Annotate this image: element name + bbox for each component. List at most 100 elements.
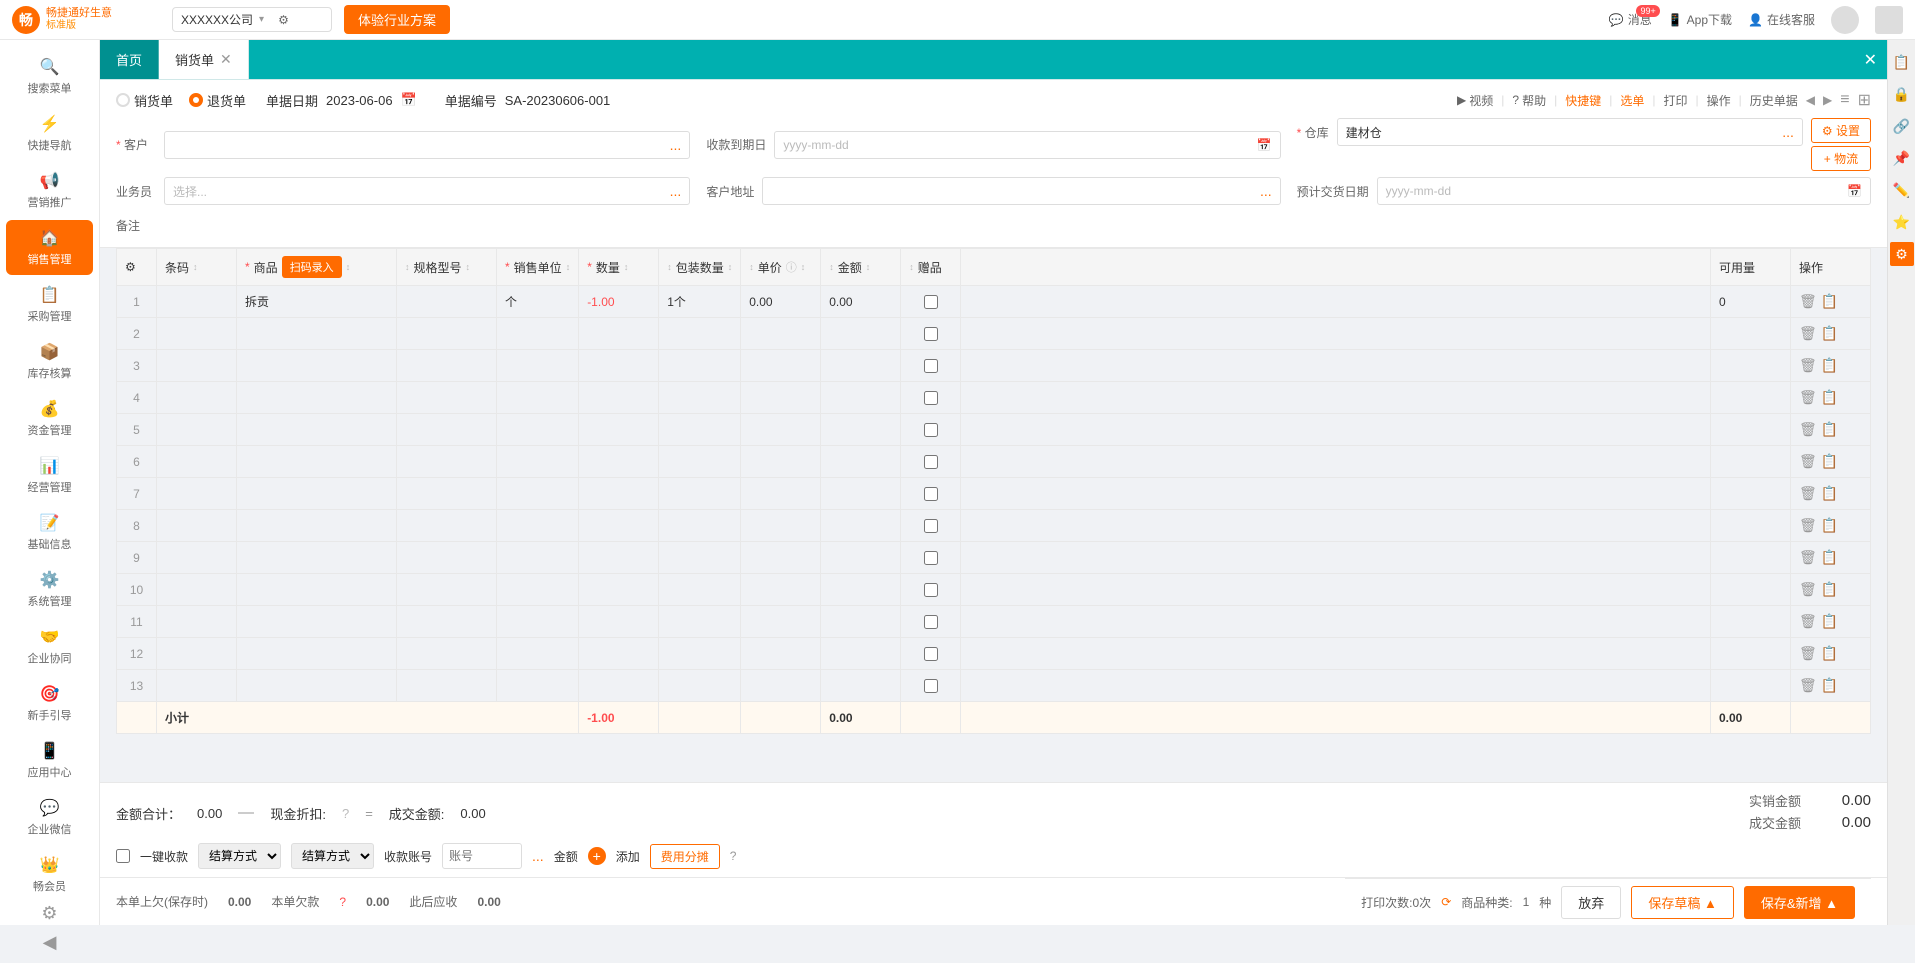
company-selector[interactable]: XXXXXX公司 ▾ ⚙ [172, 7, 332, 32]
fee-help-icon[interactable]: ? [730, 849, 737, 863]
collapse-icon[interactable]: ◀ [43, 932, 57, 953]
sidebar-item-guide[interactable]: 🎯 新手引导 [6, 676, 93, 731]
view-list-icon[interactable]: ≡ [1840, 91, 1849, 109]
payment-method-sub-select[interactable]: 结算方式 [291, 843, 374, 869]
gift-checkbox[interactable] [924, 455, 938, 469]
print-action[interactable]: 打印 [1663, 92, 1687, 109]
gift-checkbox[interactable] [924, 615, 938, 629]
history-action[interactable]: 历史单据 [1750, 92, 1798, 109]
app-download-button[interactable]: 📱 App下载 [1668, 11, 1732, 28]
right-panel-link[interactable]: 🔗 [1890, 114, 1914, 138]
due-date-input[interactable]: yyyy-mm-dd 📅 [774, 131, 1280, 159]
calendar-due-icon[interactable]: 📅 [1257, 138, 1272, 152]
copy-icon[interactable]: 📋 [1821, 549, 1838, 566]
copy-icon[interactable]: 📋 [1821, 421, 1838, 438]
row-spec-2[interactable] [397, 318, 497, 350]
copy-icon[interactable]: 📋 [1821, 645, 1838, 662]
right-panel-edit[interactable]: ✏️ [1890, 178, 1914, 202]
copy-icon[interactable]: 📋 [1821, 613, 1838, 630]
sidebar-item-finance[interactable]: 💰 资金管理 [6, 391, 93, 446]
sidebar-item-wechat[interactable]: 💬 企业微信 [6, 790, 93, 845]
sidebar-item-search[interactable]: 🔍 搜索菜单 [6, 49, 93, 104]
row-barcode-2[interactable] [157, 318, 237, 350]
refresh-icon[interactable]: ⟳ [1441, 895, 1451, 909]
delete-icon[interactable]: 🗑 [1799, 613, 1817, 630]
select-action[interactable]: 选单 [1620, 92, 1644, 109]
copy-icon[interactable]: 📋 [1821, 677, 1838, 694]
row-spec-1[interactable] [397, 286, 497, 318]
gift-checkbox-1[interactable] [924, 295, 938, 309]
delete-icon[interactable]: 🗑 [1799, 549, 1817, 566]
salesperson-input[interactable]: 选择... ... [164, 177, 690, 205]
remark-input[interactable] [164, 211, 1871, 239]
close-all-icon[interactable]: ✕ [1864, 50, 1877, 70]
copy-icon[interactable]: 📋 [1821, 581, 1838, 598]
sidebar-item-shortcut[interactable]: ⚡ 快捷导航 [6, 106, 93, 161]
copy-icon[interactable]: 📋 [1821, 485, 1838, 502]
tab-close-icon[interactable]: ✕ [220, 51, 232, 68]
user-avatar[interactable] [1831, 6, 1859, 34]
sidebar-item-sales[interactable]: 🏠 销售管理 [6, 220, 93, 275]
gift-checkbox[interactable] [924, 359, 938, 373]
settings-button[interactable]: ⚙ 设置 [1811, 118, 1871, 143]
row-qty-2[interactable] [579, 318, 659, 350]
gift-checkbox-2[interactable] [924, 327, 938, 341]
calendar-icon[interactable]: 📅 [401, 92, 417, 108]
message-button[interactable]: 💬 消息 99+ [1609, 11, 1652, 28]
delete-icon[interactable]: 🗑 [1799, 453, 1817, 470]
row-price-1[interactable]: 0.00 [741, 286, 821, 318]
row-packqty-2[interactable] [659, 318, 741, 350]
right-panel-pin[interactable]: 📌 [1890, 146, 1914, 170]
view-grid-icon[interactable]: ⊞ [1858, 90, 1871, 110]
copy-icon[interactable]: 📋 [1821, 453, 1838, 470]
gift-checkbox[interactable] [924, 519, 938, 533]
gift-checkbox[interactable] [924, 487, 938, 501]
sidebar-item-system[interactable]: ⚙️ 系统管理 [6, 562, 93, 617]
owe-hint-icon[interactable]: ? [339, 895, 346, 909]
right-panel-active[interactable]: ⚙ [1890, 242, 1914, 266]
delete-icon-2[interactable]: 🗑 [1799, 325, 1817, 342]
delete-icon[interactable]: 🗑 [1799, 517, 1817, 534]
settings-icon[interactable]: ⚙ [41, 903, 57, 924]
row-amount-2[interactable] [821, 318, 901, 350]
prev-icon[interactable]: ◀ [1806, 93, 1815, 107]
customer-more-icon[interactable]: ... [670, 137, 682, 153]
row-packqty-1[interactable]: 1个 [659, 286, 741, 318]
right-panel-star[interactable]: ⭐ [1890, 210, 1914, 234]
help-action[interactable]: ? 帮助 [1512, 92, 1546, 109]
radio-sales[interactable]: 销货单 [116, 91, 173, 110]
row-unit-1[interactable]: 个 [497, 286, 579, 318]
tab-sales-order[interactable]: 销货单 ✕ [159, 40, 249, 79]
abandon-button[interactable]: 放弃 [1561, 886, 1621, 919]
address-input[interactable]: ... [762, 177, 1280, 205]
warehouse-more-icon[interactable]: ... [1782, 124, 1794, 140]
row-qty-1[interactable]: -1.00 [579, 286, 659, 318]
shortcut-action[interactable]: 快捷键 [1565, 92, 1601, 109]
delete-icon[interactable]: 🗑 [1799, 645, 1817, 662]
next-icon[interactable]: ▶ [1823, 93, 1832, 107]
add-payment-button[interactable]: + [588, 847, 606, 865]
right-panel-lock[interactable]: 🔒 [1890, 82, 1914, 106]
account-input[interactable] [442, 843, 522, 869]
gift-checkbox[interactable] [924, 647, 938, 661]
scan-button[interactable]: 扫码录入 [282, 256, 342, 278]
salesperson-more-icon[interactable]: ... [670, 183, 682, 199]
copy-icon[interactable]: 📋 [1821, 357, 1838, 374]
sidebar-item-enterprise[interactable]: 🤝 企业协同 [6, 619, 93, 674]
save-draft-button[interactable]: 保存草稿 ▲ [1631, 886, 1734, 919]
copy-icon-1[interactable]: 📋 [1821, 293, 1838, 310]
delete-icon[interactable]: 🗑 [1799, 581, 1817, 598]
sidebar-item-basics[interactable]: 📝 基础信息 [6, 505, 93, 560]
calendar-expected-icon[interactable]: 📅 [1847, 184, 1862, 198]
operate-action[interactable]: 操作 [1707, 92, 1731, 109]
radio-return[interactable]: 退货单 [189, 91, 246, 110]
payment-method-select[interactable]: 结算方式 [198, 843, 281, 869]
customer-input[interactable]: ... [164, 131, 690, 159]
row-gift-1[interactable] [901, 286, 961, 318]
sidebar-item-marketing[interactable]: 📢 营销推广 [6, 163, 93, 218]
online-service-button[interactable]: 👤 在线客服 [1748, 11, 1815, 28]
sidebar-item-purchase[interactable]: 📋 采购管理 [6, 277, 93, 332]
gift-checkbox[interactable] [924, 423, 938, 437]
row-product-1[interactable]: 拆贡 [237, 286, 397, 318]
delete-icon[interactable]: 🗑 [1799, 389, 1817, 406]
